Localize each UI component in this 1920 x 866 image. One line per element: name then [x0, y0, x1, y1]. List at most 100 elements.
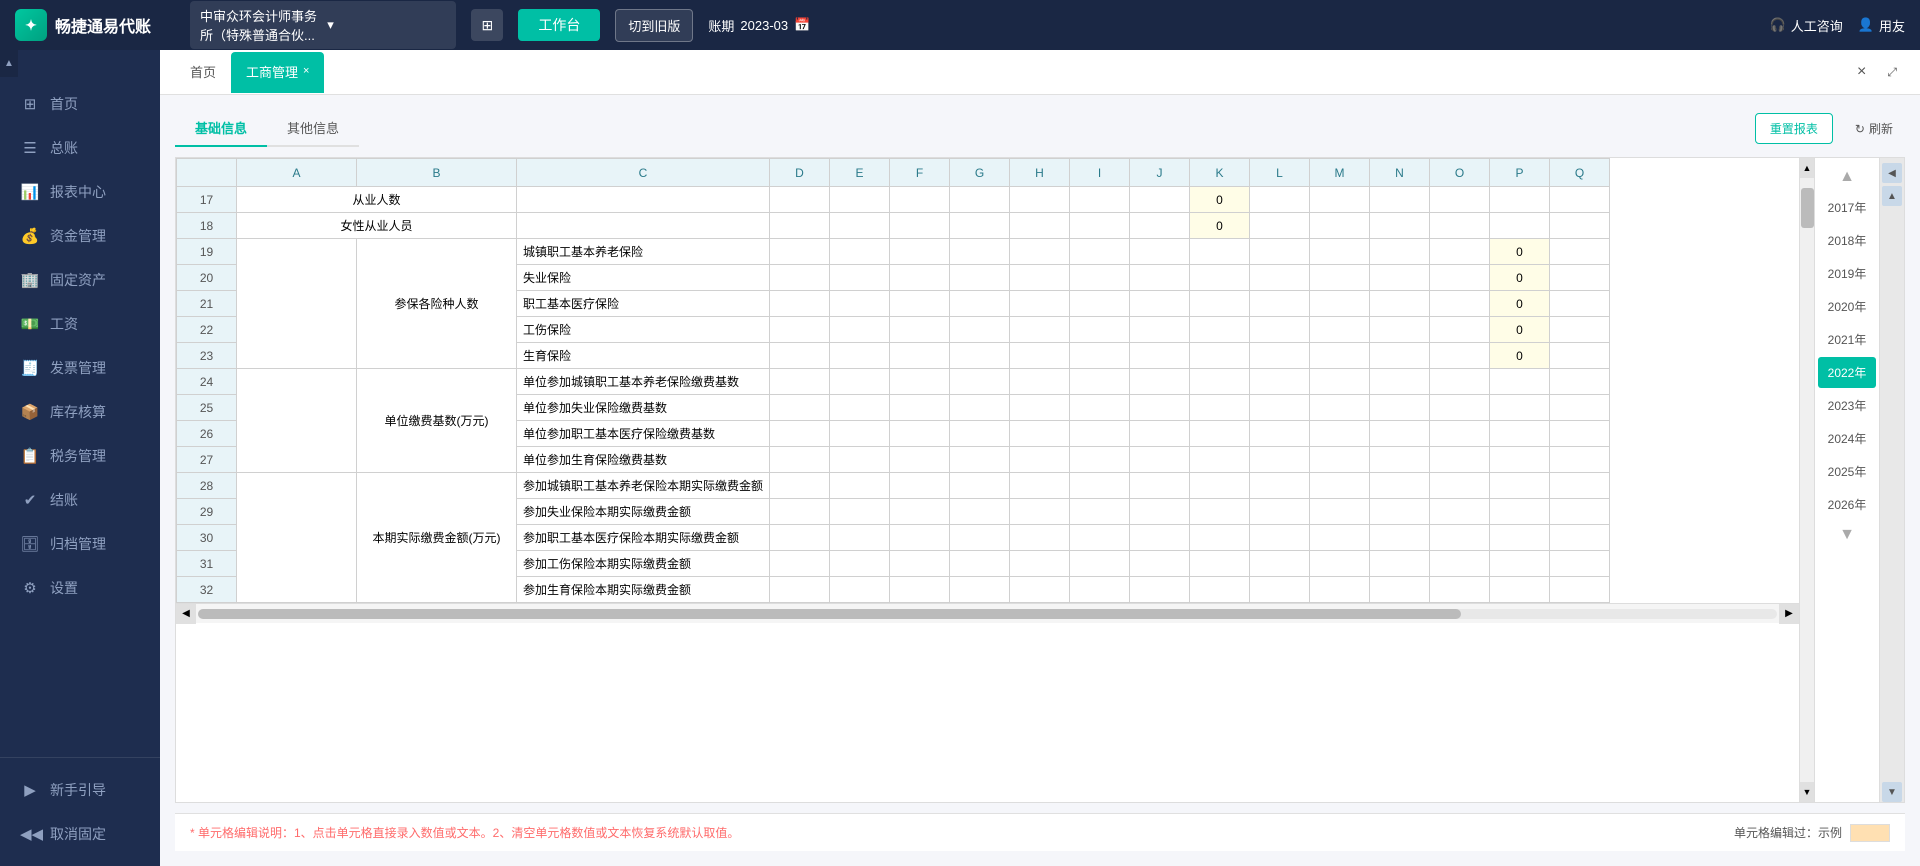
nav-collapse-btn[interactable]: ◀ [1882, 163, 1902, 183]
year-nav-down[interactable]: ▼ [1815, 521, 1879, 549]
cell-17-a[interactable]: 从业人数 [237, 187, 517, 213]
tab-home[interactable]: 首页 [175, 52, 231, 93]
cell-22-c[interactable]: 工伤保险 [517, 317, 770, 343]
sidebar-item-inventory[interactable]: 📦 库存核算 [0, 390, 160, 434]
sub-tab-basic[interactable]: 基础信息 [175, 110, 267, 147]
col-header-q[interactable]: Q [1550, 159, 1610, 187]
sidebar-item-unpin[interactable]: ◀◀ 取消固定 [0, 812, 160, 856]
refresh-button[interactable]: ↻ 刷新 [1843, 114, 1905, 143]
cell-18-c[interactable] [517, 213, 770, 239]
workspace-button[interactable]: 工作台 [518, 9, 600, 41]
sheet-main[interactable]: A B C D E F G H I J K L [176, 158, 1799, 802]
year-2021[interactable]: 2021年 [1818, 324, 1876, 355]
cell-30-c[interactable]: 参加职工基本医疗保险本期实际缴费金额 [517, 525, 770, 551]
col-header-k[interactable]: K [1190, 159, 1250, 187]
col-header-i[interactable]: I [1070, 159, 1130, 187]
cell-24-c[interactable]: 单位参加城镇职工基本养老保险缴费基数 [517, 369, 770, 395]
cell-26-c[interactable]: 单位参加职工基本医疗保险缴费基数 [517, 421, 770, 447]
cell-20-c[interactable]: 失业保险 [517, 265, 770, 291]
sidebar-item-close[interactable]: ✔ 结账 [0, 478, 160, 522]
year-2020[interactable]: 2020年 [1818, 291, 1876, 322]
year-2019[interactable]: 2019年 [1818, 258, 1876, 289]
cell-27-c[interactable]: 单位参加生育保险缴费基数 [517, 447, 770, 473]
cell-29-c[interactable]: 参加失业保险本期实际缴费金额 [517, 499, 770, 525]
col-header-g[interactable]: G [950, 159, 1010, 187]
col-header-j[interactable]: J [1130, 159, 1190, 187]
year-2018[interactable]: 2018年 [1818, 225, 1876, 256]
cell-31-c[interactable]: 参加工伤保险本期实际缴费金额 [517, 551, 770, 577]
sidebar-item-tax[interactable]: 📋 税务管理 [0, 434, 160, 478]
cell-20-p[interactable]: 0 [1490, 265, 1550, 291]
tab-industry[interactable]: 工商管理 × [231, 52, 324, 93]
cell-17-k[interactable]: 0 [1190, 187, 1250, 213]
nav-down-btn[interactable]: ▼ [1882, 782, 1902, 802]
sidebar-item-fund[interactable]: 💰 资金管理 [0, 214, 160, 258]
col-header-p[interactable]: P [1490, 159, 1550, 187]
scroll-down-btn[interactable]: ▼ [1800, 782, 1815, 802]
ai-consult-button[interactable]: 🎧 人工咨询 [1770, 16, 1843, 35]
cell-19-a[interactable] [237, 239, 357, 369]
cell-19-p[interactable]: 0 [1490, 239, 1550, 265]
horizontal-scrollbar[interactable]: ◀ ▶ [176, 603, 1799, 623]
cell-32-c[interactable]: 参加生育保险本期实际缴费金额 [517, 577, 770, 603]
calendar-icon[interactable]: 📅 [794, 17, 810, 33]
scroll-track[interactable] [198, 609, 1777, 619]
cell-23-p[interactable]: 0 [1490, 343, 1550, 369]
cell-28-b[interactable]: 本期实际缴费金额(万元) [357, 473, 517, 603]
year-2026[interactable]: 2026年 [1818, 489, 1876, 520]
cell-24-a[interactable] [237, 369, 357, 473]
old-version-button[interactable]: 切到旧版 [615, 9, 693, 42]
cell-28-a[interactable] [237, 473, 357, 603]
cell-28-c[interactable]: 参加城镇职工基本养老保险本期实际缴费金额 [517, 473, 770, 499]
cell-21-p[interactable]: 0 [1490, 291, 1550, 317]
cell-17-c[interactable] [517, 187, 770, 213]
cell-18-a[interactable]: 女性从业人员 [237, 213, 517, 239]
scroll-thumb-v[interactable] [1801, 188, 1814, 228]
cell-25-c[interactable]: 单位参加失业保险缴费基数 [517, 395, 770, 421]
scroll-thumb[interactable] [198, 609, 1461, 619]
col-header-o[interactable]: O [1430, 159, 1490, 187]
user-avatar[interactable]: 👤 用友 [1858, 16, 1905, 35]
nav-expand-btn[interactable]: ▲ [1882, 186, 1902, 206]
year-2017[interactable]: 2017年 [1818, 192, 1876, 223]
col-header-c[interactable]: C [517, 159, 770, 187]
col-header-l[interactable]: L [1250, 159, 1310, 187]
sidebar-item-archive[interactable]: 🗄 归档管理 [0, 522, 160, 566]
sidebar-item-settings[interactable]: ⚙ 设置 [0, 566, 160, 610]
cell-18-k[interactable]: 0 [1190, 213, 1250, 239]
col-header-e[interactable]: E [830, 159, 890, 187]
sub-tab-other[interactable]: 其他信息 [267, 110, 359, 147]
sidebar-item-invoice[interactable]: 🧾 发票管理 [0, 346, 160, 390]
col-header-n[interactable]: N [1370, 159, 1430, 187]
company-selector[interactable]: 中审众环会计师事务所（特殊普通合伙... ▾ [190, 1, 456, 49]
close-window-icon[interactable]: × [1849, 63, 1874, 81]
cell-19-c[interactable]: 城镇职工基本养老保险 [517, 239, 770, 265]
col-header-a[interactable]: A [237, 159, 357, 187]
tab-close-icon[interactable]: × [303, 65, 309, 77]
sidebar-item-guide[interactable]: ▶ 新手引导 [0, 768, 160, 812]
col-header-h[interactable]: H [1010, 159, 1070, 187]
cell-23-c[interactable]: 生育保险 [517, 343, 770, 369]
expand-window-icon[interactable]: ⤢ [1879, 65, 1905, 80]
sidebar-item-report[interactable]: 📊 报表中心 [0, 170, 160, 214]
reset-report-button[interactable]: 重置报表 [1755, 113, 1833, 144]
col-header-f[interactable]: F [890, 159, 950, 187]
year-2022[interactable]: 2022年 [1818, 357, 1876, 388]
year-nav-up[interactable]: ▲ [1815, 163, 1879, 191]
year-2025[interactable]: 2025年 [1818, 456, 1876, 487]
col-header-d[interactable]: D [770, 159, 830, 187]
sidebar-item-ledger[interactable]: ☰ 总账 [0, 126, 160, 170]
col-header-b[interactable]: B [357, 159, 517, 187]
scroll-up-btn[interactable]: ▲ [1800, 158, 1815, 178]
year-2023[interactable]: 2023年 [1818, 390, 1876, 421]
vertical-scrollbar[interactable]: ▲ ▼ [1799, 158, 1814, 802]
sidebar-item-salary[interactable]: 💵 工资 [0, 302, 160, 346]
cell-19-b[interactable]: 参保各险种人数 [357, 239, 517, 369]
scroll-right-btn[interactable]: ▶ [1779, 604, 1799, 624]
cell-24-b[interactable]: 单位缴费基数(万元) [357, 369, 517, 473]
company-settings-icon[interactable]: ⊞ [471, 9, 503, 41]
cell-22-p[interactable]: 0 [1490, 317, 1550, 343]
col-header-m[interactable]: M [1310, 159, 1370, 187]
sidebar-scroll-up[interactable]: ▲ [0, 50, 18, 77]
sidebar-item-asset[interactable]: 🏢 固定资产 [0, 258, 160, 302]
